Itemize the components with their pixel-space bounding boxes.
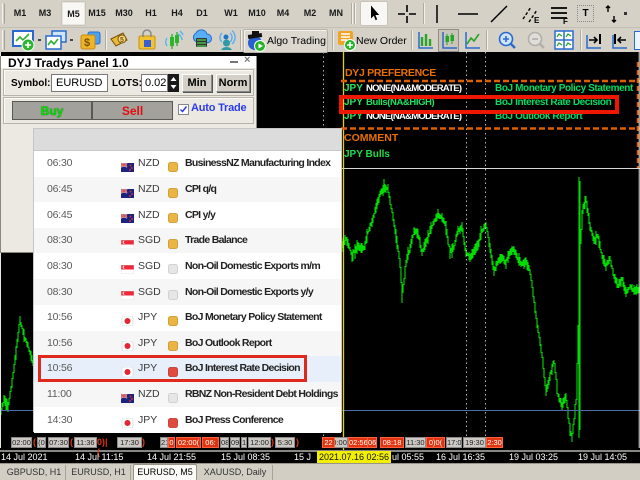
svg-text:E: E [534,16,540,25]
svg-text:5: 5 [120,37,124,44]
svg-text:$: $ [84,37,90,49]
svg-text:F: F [563,17,568,25]
